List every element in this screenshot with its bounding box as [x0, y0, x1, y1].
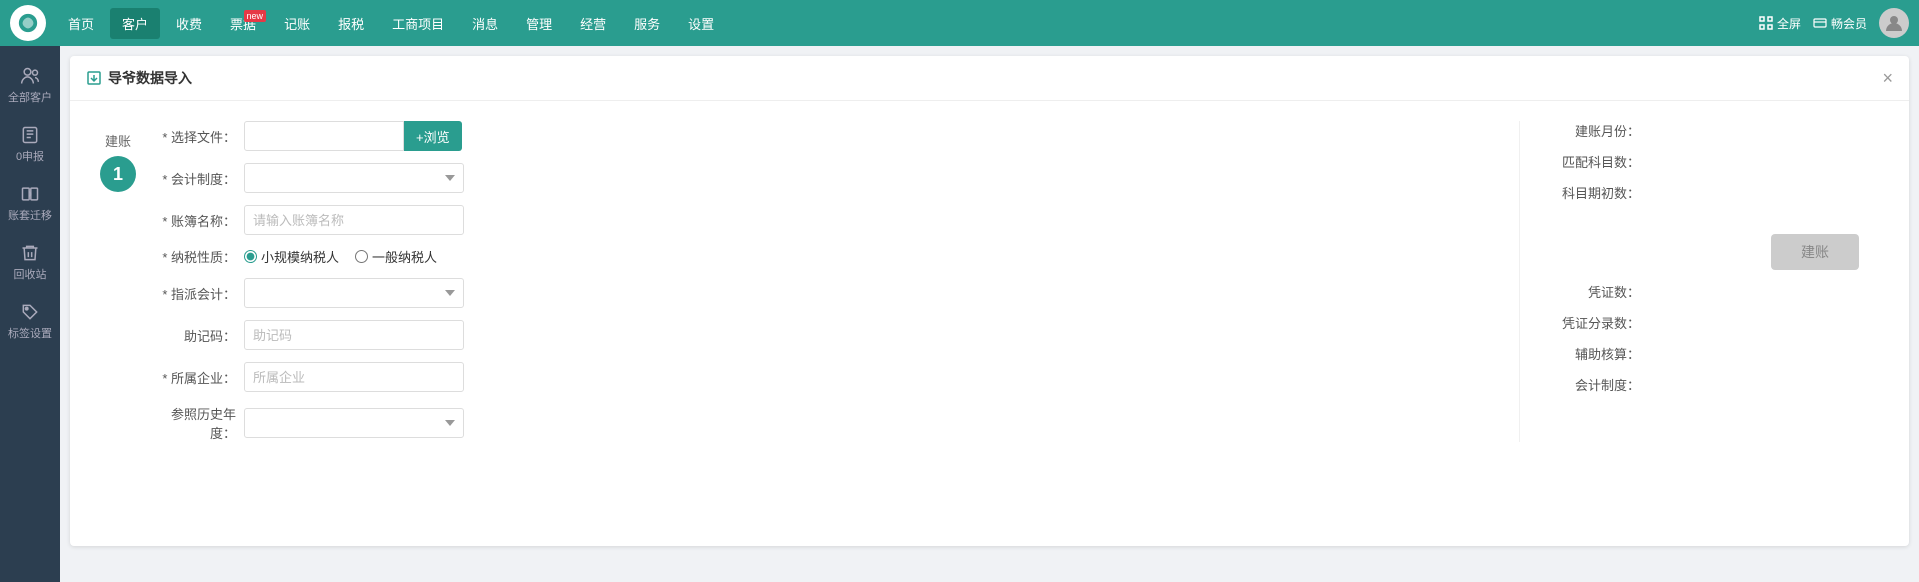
- nav-item-tax[interactable]: 报税: [326, 8, 376, 39]
- voucher-entries-row: 凭证分录数：: [1550, 313, 1879, 332]
- sidebar-item-all-customers[interactable]: 全部客户: [0, 56, 60, 115]
- history-year-select[interactable]: [244, 408, 464, 438]
- tax-radio-group: 小规模纳税人 一般纳税人: [244, 247, 437, 266]
- tax-type-label: * 纳税性质：: [156, 247, 236, 266]
- initial-period-row: 科目期初数：: [1550, 183, 1879, 202]
- build-account-button[interactable]: 建账: [1771, 234, 1859, 270]
- vip-button[interactable]: 畅会员: [1813, 15, 1867, 32]
- aux-accounting-row: 辅助核算：: [1550, 344, 1879, 363]
- nav-item-invoice[interactable]: 票据 new: [218, 8, 268, 39]
- accountant-label: * 指派会计：: [156, 284, 236, 303]
- nav-item-message[interactable]: 消息: [460, 8, 510, 39]
- step-circle: 1: [100, 156, 136, 192]
- nav-item-bookkeeping[interactable]: 记账: [272, 8, 322, 39]
- fullscreen-label: 全屏: [1777, 15, 1801, 32]
- file-input[interactable]: [244, 121, 404, 151]
- step-indicator: 建账 1: [100, 121, 136, 192]
- aux-accounting-label: 辅助核算：: [1550, 344, 1640, 363]
- sidebar-item-trash[interactable]: 回收站: [0, 233, 60, 292]
- company-input[interactable]: [244, 362, 464, 392]
- nav-menu: 首页 客户 收费 票据 new 记账 报税 工商项目 消息 管理 经营 服务 设…: [56, 8, 1759, 39]
- voucher-count-row: 凭证数：: [1550, 282, 1879, 301]
- tax-option-small[interactable]: 小规模纳税人: [244, 247, 339, 266]
- initial-period-label: 科目期初数：: [1550, 183, 1640, 202]
- file-select-row: * 选择文件： +浏览: [156, 121, 1499, 151]
- company-label: * 所属企业：: [156, 368, 236, 387]
- form-section: * 选择文件： +浏览 * 会计制度：: [156, 121, 1499, 442]
- accountant-select[interactable]: [244, 278, 464, 308]
- fullscreen-button[interactable]: 全屏: [1759, 15, 1801, 32]
- tax-radio-small[interactable]: [244, 250, 257, 263]
- voucher-count-label: 凭证数：: [1550, 282, 1640, 301]
- right-accounting-system-row: 会计制度：: [1550, 375, 1879, 394]
- import-icon: [86, 70, 102, 86]
- memo-code-input[interactable]: [244, 320, 464, 350]
- tax-radio-general[interactable]: [355, 250, 368, 263]
- content-area: 导爷数据导入 × 建账 1 * 选择: [60, 46, 1919, 582]
- nav-item-fee[interactable]: 收费: [164, 8, 214, 39]
- accounting-system-select[interactable]: [244, 163, 464, 193]
- nav-item-service[interactable]: 服务: [622, 8, 672, 39]
- history-year-row: 参照历史年度：: [156, 404, 1499, 442]
- top-nav-right: 全屏 畅会员: [1759, 8, 1909, 38]
- right-accounting-system-label: 会计制度：: [1550, 375, 1640, 394]
- dialog-card: 导爷数据导入 × 建账 1 * 选择: [70, 56, 1909, 546]
- browse-button[interactable]: +浏览: [404, 121, 462, 151]
- ledger-name-input[interactable]: [244, 205, 464, 235]
- nav-item-business[interactable]: 工商项目: [380, 8, 456, 39]
- build-month-row: 建账月份：: [1550, 121, 1879, 140]
- dialog-body: 建账 1 * 选择文件： +浏览: [70, 101, 1909, 462]
- accounting-system-row: * 会计制度：: [156, 163, 1499, 193]
- dialog-title: 导爷数据导入: [86, 68, 192, 88]
- memo-code-row: 助记码：: [156, 320, 1499, 350]
- nav-item-customer[interactable]: 客户: [110, 8, 160, 39]
- company-row: * 所属企业：: [156, 362, 1499, 392]
- nav-item-settings[interactable]: 设置: [676, 8, 726, 39]
- top-nav: 首页 客户 收费 票据 new 记账 报税 工商项目 消息 管理 经营 服务 设…: [0, 0, 1919, 46]
- sidebar-item-zero-report[interactable]: 0申报: [0, 115, 60, 174]
- left-section: 建账 1 * 选择文件： +浏览: [100, 121, 1499, 442]
- history-year-label: 参照历史年度：: [156, 404, 236, 442]
- tax-type-row: * 纳税性质： 小规模纳税人 一般纳税人: [156, 247, 1499, 266]
- main-layout: 全部客户 0申报 账套迁移 回收站: [0, 46, 1919, 582]
- file-label: * 选择文件：: [156, 127, 236, 146]
- step-label: 建账: [105, 131, 131, 150]
- file-input-group: +浏览: [244, 121, 462, 151]
- sidebar-item-tag-settings[interactable]: 标签设置: [0, 292, 60, 351]
- ledger-name-label: * 账簿名称：: [156, 211, 236, 230]
- avatar[interactable]: [1879, 8, 1909, 38]
- match-subjects-row: 匹配科目数：: [1550, 152, 1879, 171]
- nav-item-manage[interactable]: 管理: [514, 8, 564, 39]
- memo-code-label: 助记码：: [156, 326, 236, 345]
- sidebar-item-migrate[interactable]: 账套迁移: [0, 174, 60, 233]
- build-month-label: 建账月份：: [1550, 121, 1640, 140]
- nav-item-operation[interactable]: 经营: [568, 8, 618, 39]
- dialog-title-text: 导爷数据导入: [108, 68, 192, 88]
- accounting-system-label: * 会计制度：: [156, 169, 236, 188]
- sidebar: 全部客户 0申报 账套迁移 回收站: [0, 46, 60, 582]
- accountant-row: * 指派会计：: [156, 278, 1499, 308]
- app-logo: [10, 5, 46, 41]
- vip-label: 畅会员: [1831, 15, 1867, 32]
- new-badge: new: [244, 10, 267, 22]
- dialog-close-button[interactable]: ×: [1882, 69, 1893, 87]
- match-subjects-label: 匹配科目数：: [1550, 152, 1640, 171]
- ledger-name-row: * 账簿名称：: [156, 205, 1499, 235]
- right-section: 建账月份： 匹配科目数： 科目期初数： 建账 凭证: [1519, 121, 1879, 442]
- dialog-header: 导爷数据导入 ×: [70, 56, 1909, 101]
- nav-item-home[interactable]: 首页: [56, 8, 106, 39]
- voucher-entries-label: 凭证分录数：: [1550, 313, 1640, 332]
- tax-option-general[interactable]: 一般纳税人: [355, 247, 437, 266]
